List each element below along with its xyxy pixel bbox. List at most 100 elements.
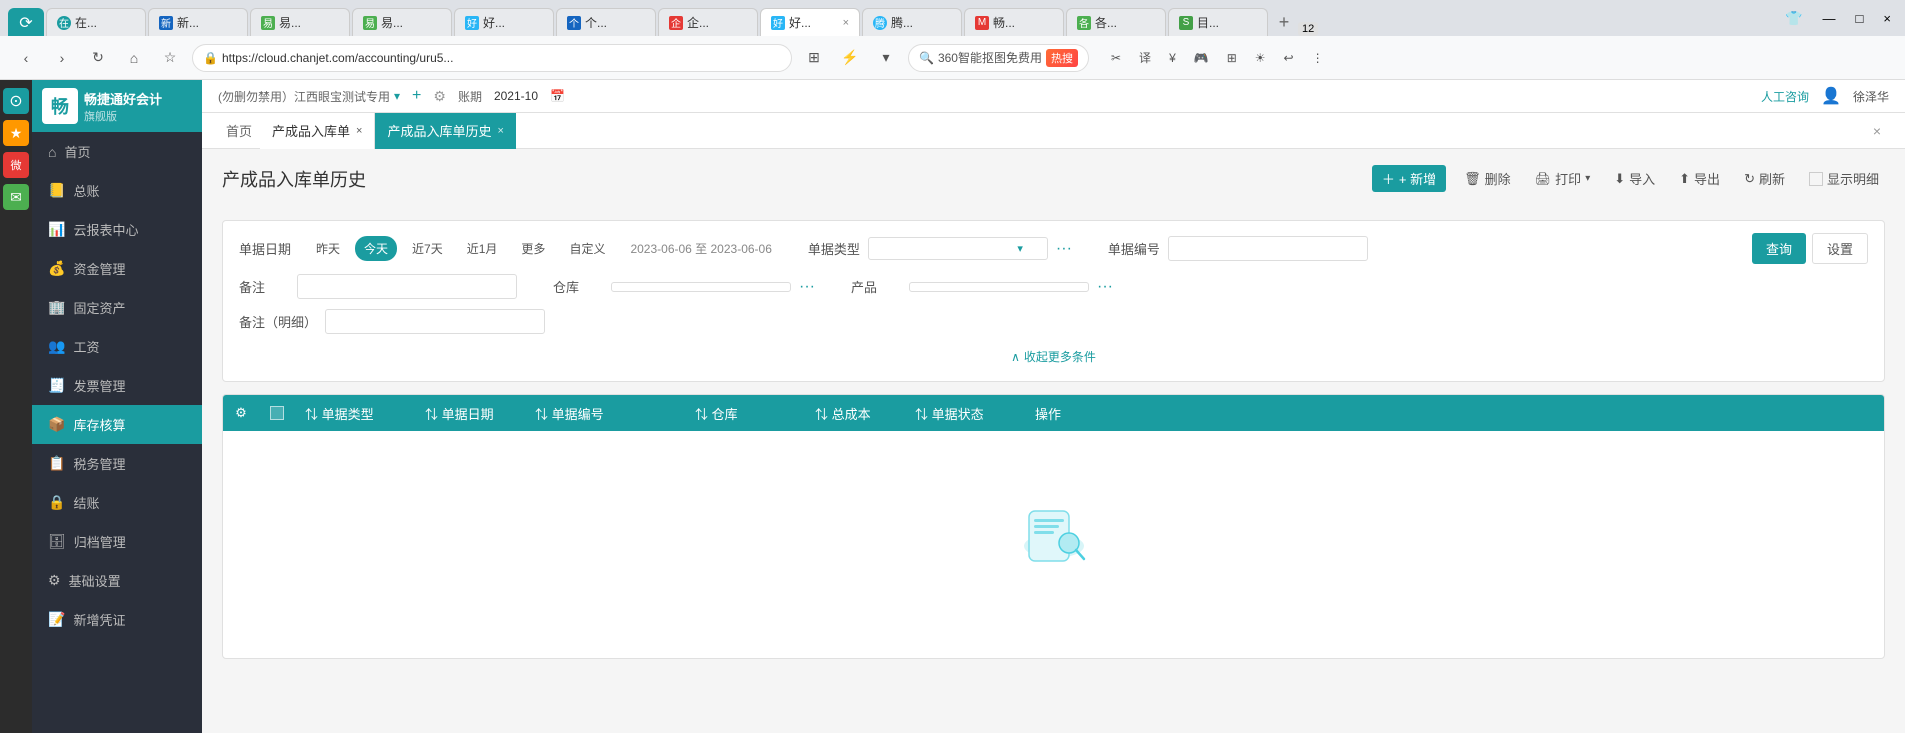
date-btn-custom[interactable]: 自定义 xyxy=(560,236,614,261)
tab-4[interactable]: 易 易... xyxy=(352,8,452,36)
shirt-icon[interactable]: 👕 xyxy=(1779,10,1808,27)
tab-2[interactable]: 新 新... xyxy=(148,8,248,36)
period-value[interactable]: 2021-10 xyxy=(494,89,538,103)
breadcrumb-home[interactable]: 首页 xyxy=(218,121,260,140)
tab-history-close-icon[interactable]: × xyxy=(497,125,503,137)
tab-11[interactable]: 各 各... xyxy=(1066,8,1166,36)
th-cost[interactable]: ⇅ 总成本 xyxy=(805,404,905,423)
th-status[interactable]: ⇅ 单据状态 xyxy=(905,404,1025,423)
add-button[interactable]: ＋ + 新增 xyxy=(1372,165,1446,192)
th-date[interactable]: ⇅ 单据日期 xyxy=(415,404,525,423)
sun-icon[interactable]: ☀ xyxy=(1249,48,1272,68)
more-icon[interactable]: ⋮ xyxy=(1306,48,1330,68)
refresh-browser-button[interactable]: ↻ xyxy=(84,44,112,72)
back-button[interactable]: ‹ xyxy=(12,44,40,72)
refresh-button[interactable]: ↻ 刷新 xyxy=(1738,166,1791,191)
tab-3[interactable]: 易 易... xyxy=(250,8,350,36)
tab-back[interactable]: ⟳ xyxy=(8,8,44,36)
calendar-icon[interactable]: 📅 xyxy=(550,89,565,103)
app-icon-star[interactable]: ★ xyxy=(3,120,29,146)
bookmark-button[interactable]: ☆ xyxy=(156,44,184,72)
grid-icon[interactable]: ⊞ xyxy=(800,44,828,72)
forward-button[interactable]: › xyxy=(48,44,76,72)
date-btn-yesterday[interactable]: 昨天 xyxy=(307,236,349,261)
translate-icon[interactable]: 译 xyxy=(1133,46,1157,69)
date-btn-7days[interactable]: 近7天 xyxy=(403,236,452,261)
tab-5[interactable]: 好 好... xyxy=(454,8,554,36)
show-detail-toggle[interactable]: 显示明细 xyxy=(1803,166,1885,191)
th-number[interactable]: ⇅ 单据编号 xyxy=(525,404,685,423)
num-input[interactable] xyxy=(1168,236,1368,261)
th-warehouse[interactable]: ⇅ 仓库 xyxy=(685,404,805,423)
sidebar-item-payroll[interactable]: 👥 工资 xyxy=(32,327,202,366)
type-dots[interactable]: ··· xyxy=(1056,240,1072,258)
grid2-icon[interactable]: ⊞ xyxy=(1221,48,1243,68)
sidebar-item-new-voucher[interactable]: 📝 新增凭证 xyxy=(32,600,202,639)
detail-note-input[interactable] xyxy=(325,309,545,334)
tab-list-close-icon[interactable]: × xyxy=(356,125,362,137)
type-select[interactable]: ▾ xyxy=(868,237,1048,260)
date-btn-1month[interactable]: 近1月 xyxy=(458,236,507,261)
delete-button[interactable]: 🗑 删除 xyxy=(1458,166,1517,191)
minimize-button[interactable]: — xyxy=(1817,11,1842,26)
tab-7[interactable]: 企 企... xyxy=(658,8,758,36)
sidebar-item-home[interactable]: ⌂ 首页 xyxy=(32,132,202,171)
tab-6[interactable]: 个 个... xyxy=(556,8,656,36)
th-type[interactable]: ⇅ 单据类型 xyxy=(295,404,415,423)
tab-history-page[interactable]: 产成品入库单历史 × xyxy=(375,113,515,149)
import-button[interactable]: ⬇ 导入 xyxy=(1608,166,1661,191)
sidebar-item-ledger[interactable]: 📒 总账 xyxy=(32,171,202,210)
game-icon[interactable]: 🎮 xyxy=(1188,48,1215,68)
sidebar-item-finance[interactable]: 💰 资金管理 xyxy=(32,249,202,288)
scissors-icon[interactable]: ✂ xyxy=(1105,48,1127,68)
tab-10[interactable]: M 畅... xyxy=(964,8,1064,36)
export-button[interactable]: ⬆ 导出 xyxy=(1673,166,1726,191)
new-tab-button[interactable]: + xyxy=(1270,8,1298,36)
date-btn-more[interactable]: 更多 xyxy=(512,236,554,261)
settings-gear-icon[interactable]: ⚙ xyxy=(433,88,446,105)
tab-8-active[interactable]: 好 好... × xyxy=(760,8,860,36)
close-button[interactable]: × xyxy=(1877,11,1897,26)
th-checkbox[interactable] xyxy=(259,406,295,420)
user-name[interactable]: 徐泽华 xyxy=(1853,88,1889,105)
sidebar-item-closing[interactable]: 🔒 结账 xyxy=(32,483,202,522)
restore-button[interactable]: □ xyxy=(1850,11,1870,26)
print-dropdown-icon[interactable]: ▾ xyxy=(1585,173,1590,184)
sidebar-item-archive[interactable]: 🗄 归档管理 xyxy=(32,522,202,561)
sidebar-item-fixed-assets[interactable]: 🏢 固定资产 xyxy=(32,288,202,327)
undo-icon[interactable]: ↩ xyxy=(1278,48,1300,68)
query-button[interactable]: 查询 xyxy=(1752,233,1806,264)
home-browser-button[interactable]: ⌂ xyxy=(120,44,148,72)
warehouse-dots[interactable]: ··· xyxy=(799,278,815,296)
sidebar-item-inventory[interactable]: 📦 库存核算 xyxy=(32,405,202,444)
tab-9[interactable]: 腾 腾... xyxy=(862,8,962,36)
add-account-button[interactable]: + xyxy=(412,87,421,105)
warehouse-select[interactable] xyxy=(611,282,791,292)
app-icon-main[interactable]: ⊙ xyxy=(3,88,29,114)
product-select[interactable] xyxy=(909,282,1089,292)
address-bar[interactable]: 🔒 https://cloud.chanjet.com/accounting/u… xyxy=(192,44,792,72)
app-icon-mail[interactable]: ✉ xyxy=(3,184,29,210)
settings-button[interactable]: 设置 xyxy=(1812,233,1868,264)
app-icon-weibo[interactable]: 微 xyxy=(3,152,29,178)
sidebar-item-tax[interactable]: 📋 税务管理 xyxy=(32,444,202,483)
company-select[interactable]: (勿删勿禁用）江西眼宝测试专用 ▾ xyxy=(218,88,400,105)
browser-search[interactable]: 🔍 360智能抠图免费用 热搜 xyxy=(908,44,1089,72)
yuan-icon[interactable]: ¥ xyxy=(1163,48,1182,68)
th-gear[interactable]: ⚙ xyxy=(223,405,259,421)
sidebar-item-invoice[interactable]: 🧾 发票管理 xyxy=(32,366,202,405)
sidebar-item-basic[interactable]: ⚙ 基础设置 xyxy=(32,561,202,600)
panel-close-button[interactable]: × xyxy=(1865,123,1889,139)
note-input[interactable] xyxy=(297,274,517,299)
sidebar-item-cloud-report[interactable]: 📊 云报表中心 xyxy=(32,210,202,249)
dropdown-button[interactable]: ▾ xyxy=(872,44,900,72)
product-dots[interactable]: ··· xyxy=(1097,278,1113,296)
tab-1[interactable]: 在 在... xyxy=(46,8,146,36)
help-link[interactable]: 人工咨询 xyxy=(1761,88,1809,105)
print-button[interactable]: 🖨 打印 ▾ xyxy=(1529,166,1597,191)
tab-close-icon[interactable]: × xyxy=(843,17,849,29)
tab-12[interactable]: S 目... xyxy=(1168,8,1268,36)
collapse-button[interactable]: ∧ 收起更多条件 xyxy=(239,344,1868,369)
lightning-icon[interactable]: ⚡ xyxy=(836,44,864,72)
tab-list-page[interactable]: 产成品入库单 × xyxy=(260,113,375,149)
